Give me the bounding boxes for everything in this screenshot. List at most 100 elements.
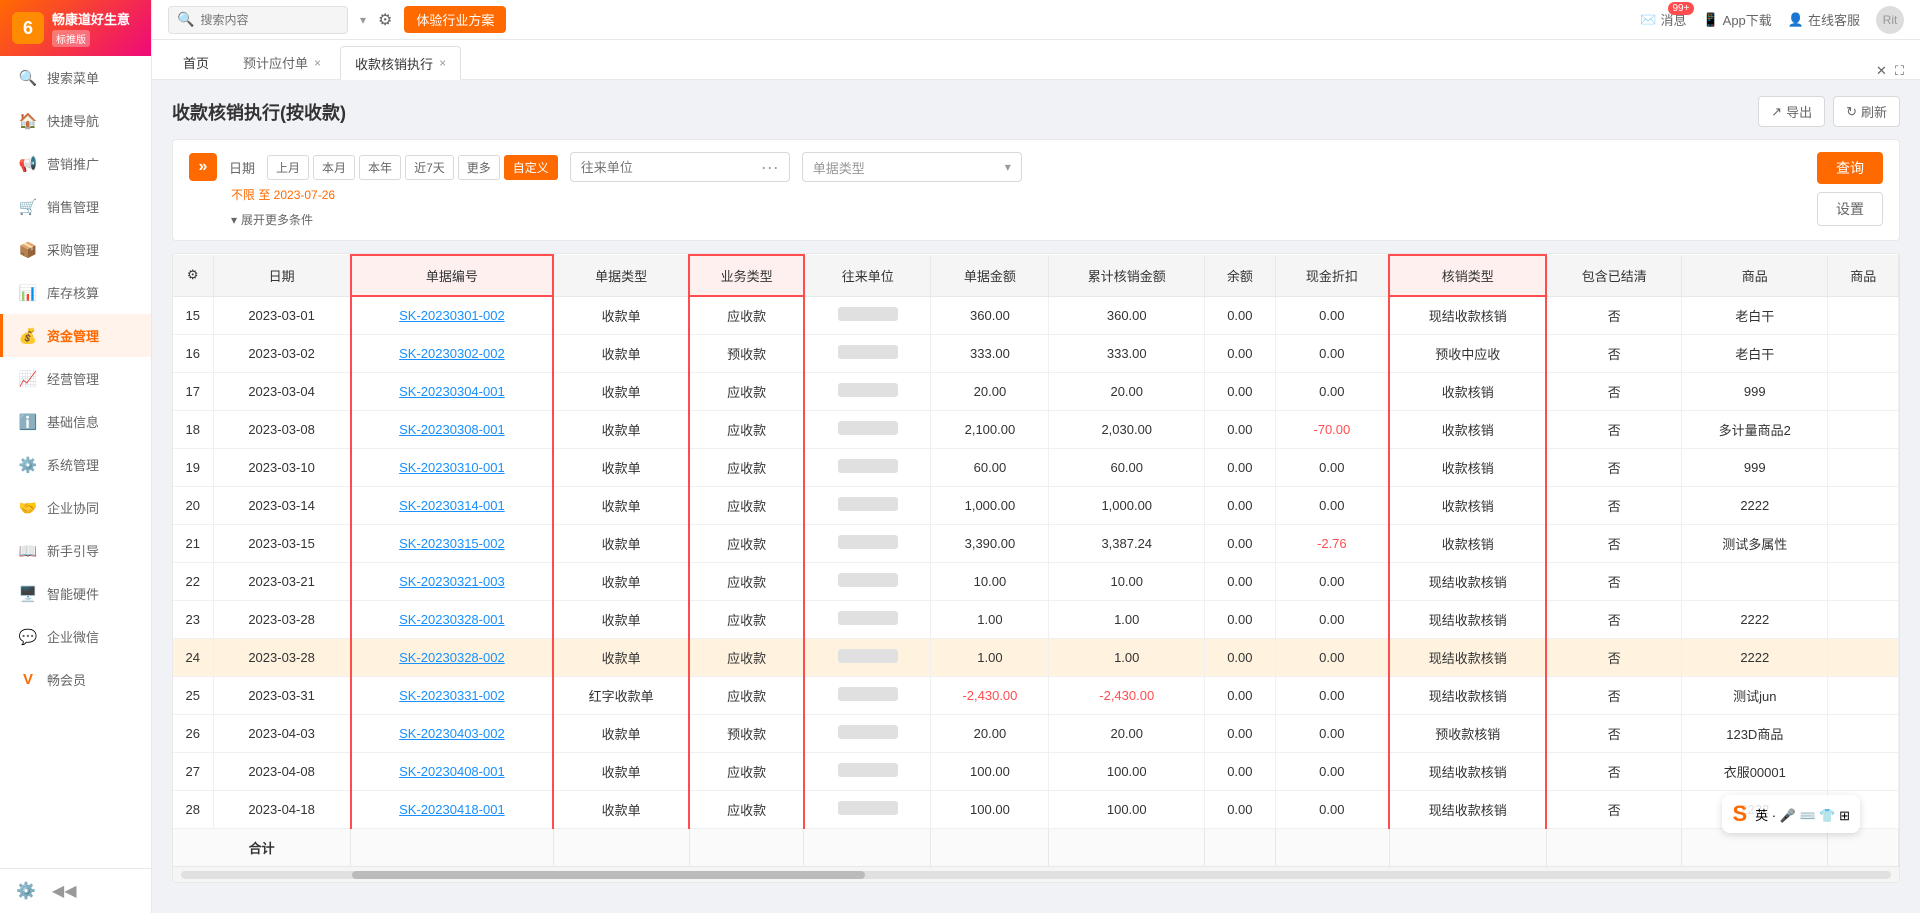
- cell-include-settled: 否: [1546, 715, 1681, 753]
- watermark-text: 英 · 🎤 ⌨️ 👕 ⊞: [1755, 805, 1850, 824]
- cell-biz-type: 应收款: [689, 373, 804, 411]
- solution-button[interactable]: 体验行业方案: [404, 6, 506, 33]
- tab-prepay-close[interactable]: ×: [314, 56, 321, 70]
- sidebar-item-search[interactable]: 🔍 搜索菜单: [0, 56, 151, 99]
- header-gear-icon[interactable]: ⚙: [378, 10, 392, 30]
- cell-partner: [804, 335, 931, 373]
- cell-cash-discount: 0.00: [1275, 753, 1389, 791]
- sidebar-item-wechat[interactable]: 💬 企业微信: [0, 615, 151, 658]
- cell-bill-no[interactable]: SK-20230403-002: [351, 715, 553, 753]
- cell-goods: 999: [1682, 449, 1828, 487]
- cell-bill-no[interactable]: SK-20230328-002: [351, 639, 553, 677]
- cell-bill-no[interactable]: SK-20230418-001: [351, 791, 553, 829]
- sidebar-item-operations[interactable]: 📈 经营管理: [0, 357, 151, 400]
- system-icon: ⚙️: [19, 456, 37, 474]
- table-row: 22 2023-03-21 SK-20230321-003 收款单 应收款 10…: [173, 563, 1899, 601]
- sidebar-item-system[interactable]: ⚙️ 系统管理: [0, 443, 151, 486]
- header-dropdown-icon[interactable]: ▾: [360, 13, 366, 27]
- sidebar-item-guide[interactable]: 📖 新手引导: [0, 529, 151, 572]
- cell-include-settled: 否: [1546, 296, 1681, 335]
- sidebar-item-shortcut[interactable]: 🏠 快捷导航: [0, 99, 151, 142]
- query-button[interactable]: 查询: [1817, 152, 1883, 184]
- app-download-action[interactable]: 📱 App下载: [1702, 10, 1771, 29]
- table-row: 26 2023-04-03 SK-20230403-002 收款单 预收款 20…: [173, 715, 1899, 753]
- scrollbar-area[interactable]: [173, 866, 1899, 882]
- cell-goods: 2222: [1682, 601, 1828, 639]
- filter-more[interactable]: 更多: [458, 155, 500, 180]
- tab-receipt-close[interactable]: ×: [439, 56, 446, 70]
- sidebar-item-purchase[interactable]: 📦 采购管理: [0, 228, 151, 271]
- sidebar-item-hardware[interactable]: 🖥️ 智能硬件: [0, 572, 151, 615]
- filter-this-month[interactable]: 本月: [313, 155, 355, 180]
- message-action[interactable]: ✉️ 消息 99+: [1640, 10, 1686, 29]
- cell-bill-no[interactable]: SK-20230331-002: [351, 677, 553, 715]
- sidebar-item-sales[interactable]: 🛒 销售管理: [0, 185, 151, 228]
- filter-partner-input[interactable]: [581, 160, 761, 175]
- refresh-button[interactable]: ↻ 刷新: [1833, 96, 1900, 127]
- cell-bill-amount: 1,000.00: [931, 487, 1049, 525]
- header-search-input[interactable]: [200, 13, 320, 27]
- tab-close-icon[interactable]: ✕: [1876, 63, 1887, 79]
- tab-home[interactable]: 首页: [168, 45, 224, 79]
- cell-row-no: 15: [173, 296, 213, 335]
- cell-acc-write-off: 1.00: [1049, 601, 1205, 639]
- cell-write-off-type: 现结收款核销: [1389, 601, 1546, 639]
- sidebar-item-label: 智能硬件: [47, 584, 99, 603]
- cell-bill-no[interactable]: SK-20230328-001: [351, 601, 553, 639]
- sidebar-item-marketing[interactable]: 📢 营销推广: [0, 142, 151, 185]
- cell-goods: [1682, 563, 1828, 601]
- cell-cash-discount: 0.00: [1275, 677, 1389, 715]
- basic-icon: ℹ️: [19, 413, 37, 431]
- cell-row-no: 20: [173, 487, 213, 525]
- cell-write-off-type: 现结收款核销: [1389, 753, 1546, 791]
- cell-date: 2023-03-14: [213, 487, 351, 525]
- cell-bill-no[interactable]: SK-20230321-003: [351, 563, 553, 601]
- cell-bill-no[interactable]: SK-20230315-002: [351, 525, 553, 563]
- settings-filter-button[interactable]: 设置: [1817, 192, 1883, 226]
- filter-custom[interactable]: 自定义: [504, 155, 558, 180]
- scrollbar-thumb[interactable]: [352, 871, 865, 879]
- online-service-action[interactable]: 👤 在线客服: [1788, 10, 1860, 29]
- cell-write-off-type: 收款核销: [1389, 487, 1546, 525]
- cell-partner: [804, 639, 931, 677]
- sidebar-item-label: 采购管理: [47, 240, 99, 259]
- cell-write-off-type: 现结收款核销: [1389, 296, 1546, 335]
- filter-this-year[interactable]: 本年: [359, 155, 401, 180]
- cell-bill-no[interactable]: SK-20230304-001: [351, 373, 553, 411]
- cell-bill-no[interactable]: SK-20230301-002: [351, 296, 553, 335]
- cell-include-settled: 否: [1546, 639, 1681, 677]
- cell-bill-no[interactable]: SK-20230314-001: [351, 487, 553, 525]
- tab-expand-icon[interactable]: ⛶: [1895, 63, 1904, 79]
- cell-goods2: [1828, 487, 1899, 525]
- export-button[interactable]: ↗ 导出: [1758, 96, 1825, 127]
- cell-partner: [804, 525, 931, 563]
- sidebar-item-label: 搜索菜单: [47, 68, 99, 87]
- cell-bill-no[interactable]: SK-20230310-001: [351, 449, 553, 487]
- sidebar-item-member[interactable]: V 畅会员: [0, 658, 151, 701]
- top-header: 🔍 ▾ ⚙ 体验行业方案 ✉️ 消息 99+ 📱 App下载 👤 在线客服 Ri…: [152, 0, 1920, 40]
- cell-cash-discount: 0.00: [1275, 373, 1389, 411]
- sidebar-item-basic[interactable]: ℹ️ 基础信息: [0, 400, 151, 443]
- filter-expand[interactable]: ▾ 展开更多条件: [231, 211, 1805, 228]
- cell-balance: 0.00: [1205, 296, 1276, 335]
- tab-prepay[interactable]: 预计应付单 ×: [228, 45, 336, 79]
- settings-bottom-icon[interactable]: ⚙️: [16, 881, 36, 901]
- cell-bill-no[interactable]: SK-20230308-001: [351, 411, 553, 449]
- user-avatar[interactable]: Rit: [1876, 6, 1904, 34]
- filter-last-month[interactable]: 上月: [267, 155, 309, 180]
- filter-expand-icon: ▾: [231, 213, 237, 227]
- sidebar-item-inventory[interactable]: 📊 库存核算: [0, 271, 151, 314]
- tab-receipt[interactable]: 收款核销执行 ×: [340, 46, 461, 80]
- cell-bill-no[interactable]: SK-20230408-001: [351, 753, 553, 791]
- filter-bill-type-wrap[interactable]: 单据类型 ▾: [802, 152, 1022, 182]
- filter-7days[interactable]: 近7天: [405, 155, 454, 180]
- col-header-settings[interactable]: ⚙: [173, 255, 213, 296]
- sidebar-item-finance[interactable]: 💰 资金管理: [0, 314, 151, 357]
- cell-goods2: [1828, 411, 1899, 449]
- cell-cash-discount: 0.00: [1275, 563, 1389, 601]
- sidebar-item-enterprise[interactable]: 🤝 企业协同: [0, 486, 151, 529]
- filter-partner-dots[interactable]: ···: [761, 157, 779, 178]
- collapse-icon[interactable]: ◀◀: [52, 881, 77, 901]
- filter-toggle-button[interactable]: »: [189, 153, 217, 181]
- cell-bill-no[interactable]: SK-20230302-002: [351, 335, 553, 373]
